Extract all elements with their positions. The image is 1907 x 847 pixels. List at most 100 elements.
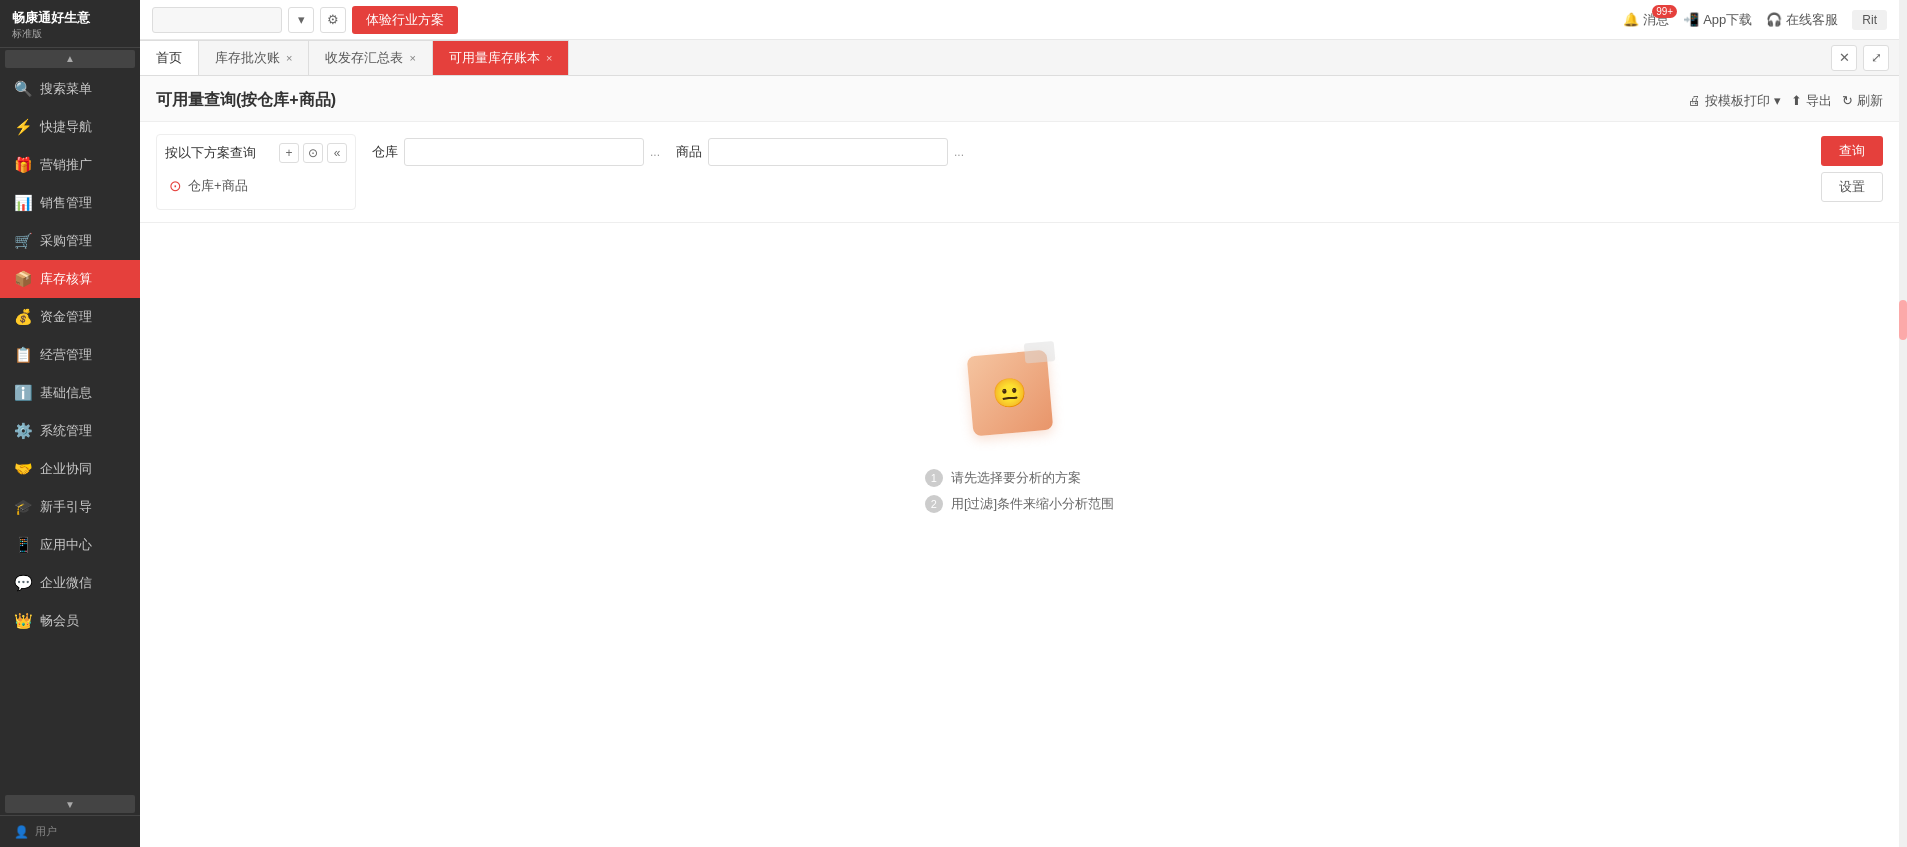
edit-scheme-btn[interactable]: ⊙ bbox=[303, 143, 323, 163]
info-icon: ℹ️ bbox=[14, 384, 32, 402]
sidebar-item-label: 系统管理 bbox=[40, 422, 92, 440]
scheme-item-label: 仓库+商品 bbox=[188, 177, 248, 195]
warehouse-more-btn[interactable]: ... bbox=[650, 145, 660, 159]
sidebar-item-system[interactable]: ⚙️ 系统管理 bbox=[0, 412, 140, 450]
sidebar-item-member[interactable]: 👑 畅会员 bbox=[0, 602, 140, 640]
topbar-left: ▾ ⚙ 体验行业方案 bbox=[152, 6, 458, 34]
sidebar-item-marketing[interactable]: 🎁 营销推广 bbox=[0, 146, 140, 184]
scrollbar-thumb[interactable] bbox=[1899, 300, 1907, 340]
topbar-search-input[interactable] bbox=[152, 7, 282, 33]
topbar-gear-btn[interactable]: ⚙ bbox=[320, 7, 346, 33]
sidebar-item-management[interactable]: 📋 经营管理 bbox=[0, 336, 140, 374]
sidebar-nav: 🔍 搜索菜单 ⚡ 快捷导航 🎁 营销推广 📊 销售管理 🛒 采购管理 📦 bbox=[0, 70, 140, 793]
sidebar-item-guide[interactable]: 🎓 新手引导 bbox=[0, 488, 140, 526]
export-icon: ⬆ bbox=[1791, 93, 1802, 108]
export-btn[interactable]: ⬆ 导出 bbox=[1791, 92, 1832, 110]
inventory-batch-tab-label: 库存批次账 bbox=[215, 49, 280, 67]
close-summary-icon[interactable]: × bbox=[409, 52, 415, 64]
page-header: 可用量查询(按仓库+商品) 🖨 按模板打印 ▾ ⬆ 导出 ↻ 刷新 bbox=[140, 76, 1899, 122]
add-scheme-btn[interactable]: + bbox=[279, 143, 299, 163]
notice-btn[interactable]: 🔔 消息 99+ bbox=[1623, 11, 1669, 29]
print-btn[interactable]: 🖨 按模板打印 ▾ bbox=[1688, 92, 1781, 110]
gear-icon: ⚙️ bbox=[14, 422, 32, 440]
tab-home[interactable]: 首页 bbox=[140, 40, 199, 75]
query-fields: 仓库 ... 商品 ... bbox=[372, 134, 1805, 210]
app-version: 标准版 bbox=[12, 27, 128, 41]
empty-state: 😐 1 请先选择要分析的方案 2 用[过滤]条件来缩小分析范围 bbox=[140, 223, 1899, 643]
sidebar-user-name: 用户 bbox=[35, 824, 57, 839]
user-avatar-icon: 👤 bbox=[14, 825, 29, 839]
hint-text-1: 请先选择要分析的方案 bbox=[951, 469, 1081, 487]
warehouse-input[interactable] bbox=[404, 138, 644, 166]
close-tab-btn[interactable]: ✕ bbox=[1831, 45, 1857, 71]
scroll-down-btn[interactable]: ▼ bbox=[5, 795, 135, 813]
tabbar: 首页 库存批次账 × 收发存汇总表 × 可用量库存账本 × ✕ ⤢ bbox=[140, 40, 1899, 76]
sidebar-item-purchase[interactable]: 🛒 采购管理 bbox=[0, 222, 140, 260]
sidebar-item-label: 搜索菜单 bbox=[40, 80, 92, 98]
refresh-btn[interactable]: ↻ 刷新 bbox=[1842, 92, 1883, 110]
empty-face-icon: 😐 bbox=[991, 375, 1029, 411]
sidebar-item-wechat[interactable]: 💬 企业微信 bbox=[0, 564, 140, 602]
sidebar-item-app-center[interactable]: 📱 应用中心 bbox=[0, 526, 140, 564]
sidebar-item-label: 企业协同 bbox=[40, 460, 92, 478]
trial-btn[interactable]: 体验行业方案 bbox=[352, 6, 458, 34]
app-download-label: App下载 bbox=[1703, 11, 1752, 29]
close-available-qty-icon[interactable]: × bbox=[546, 52, 552, 64]
sidebar-item-collab[interactable]: 🤝 企业协同 bbox=[0, 450, 140, 488]
sidebar-item-finance[interactable]: 💰 资金管理 bbox=[0, 298, 140, 336]
right-scrollbar[interactable] bbox=[1899, 0, 1907, 847]
tab-summary[interactable]: 收发存汇总表 × bbox=[309, 40, 432, 75]
tab-inventory-batch[interactable]: 库存批次账 × bbox=[199, 40, 309, 75]
mobile-icon: 📱 bbox=[14, 536, 32, 554]
sidebar-item-sales[interactable]: 📊 销售管理 bbox=[0, 184, 140, 222]
online-service-label: 在线客服 bbox=[1786, 11, 1838, 29]
close-inventory-batch-icon[interactable]: × bbox=[286, 52, 292, 64]
empty-box-icon: 😐 bbox=[966, 350, 1053, 437]
page-actions: 🖨 按模板打印 ▾ ⬆ 导出 ↻ 刷新 bbox=[1688, 92, 1883, 110]
lightning-icon: ⚡ bbox=[14, 118, 32, 136]
app-name: 畅康通好生意 bbox=[12, 10, 128, 27]
print-icon: 🖨 bbox=[1688, 93, 1701, 108]
query-settings-btn[interactable]: 设置 bbox=[1821, 172, 1883, 202]
settings-icon: ⚙ bbox=[327, 12, 339, 27]
export-label: 导出 bbox=[1806, 92, 1832, 110]
sidebar-item-search[interactable]: 🔍 搜索菜单 bbox=[0, 70, 140, 108]
goods-more-btn[interactable]: ... bbox=[954, 145, 964, 159]
sidebar-item-inventory[interactable]: 📦 库存核算 bbox=[0, 260, 140, 298]
query-execute-btn[interactable]: 查询 bbox=[1821, 136, 1883, 166]
topbar-username: Rit bbox=[1862, 13, 1877, 27]
maximize-btn[interactable]: ⤢ bbox=[1863, 45, 1889, 71]
tab-actions: ✕ ⤢ bbox=[1821, 40, 1899, 75]
hint-num-2: 2 bbox=[925, 495, 943, 513]
scheme-actions: + ⊙ « bbox=[279, 143, 347, 163]
sidebar-bottom[interactable]: 👤 用户 bbox=[0, 815, 140, 847]
scroll-up-btn[interactable]: ▲ bbox=[5, 50, 135, 68]
user-menu-btn[interactable]: Rit bbox=[1852, 10, 1887, 30]
sidebar-item-basic-info[interactable]: ℹ️ 基础信息 bbox=[0, 374, 140, 412]
sidebar-item-label: 采购管理 bbox=[40, 232, 92, 250]
tab-available-qty[interactable]: 可用量库存账本 × bbox=[433, 40, 569, 75]
sidebar-item-label: 企业微信 bbox=[40, 574, 92, 592]
scheme-item-warehouse-goods[interactable]: ⊙ 仓库+商品 bbox=[165, 171, 347, 201]
goods-label: 商品 bbox=[676, 143, 702, 161]
scheme-title: 按以下方案查询 bbox=[165, 144, 256, 162]
app-download-btn[interactable]: 📲 App下载 bbox=[1683, 11, 1752, 29]
collapse-scheme-btn[interactable]: « bbox=[327, 143, 347, 163]
cart-icon: 🛒 bbox=[14, 232, 32, 250]
topbar: ▾ ⚙ 体验行业方案 🔔 消息 99+ 📲 App下载 🎧 bbox=[140, 0, 1899, 40]
search-icon: 🔍 bbox=[14, 80, 32, 98]
sidebar-item-label: 应用中心 bbox=[40, 536, 92, 554]
summary-tab-label: 收发存汇总表 bbox=[325, 49, 403, 67]
empty-illustration: 😐 bbox=[970, 353, 1070, 453]
sidebar-item-nav[interactable]: ⚡ 快捷导航 bbox=[0, 108, 140, 146]
online-service-btn[interactable]: 🎧 在线客服 bbox=[1766, 11, 1838, 29]
box-icon: 📦 bbox=[14, 270, 32, 288]
sidebar-item-label: 基础信息 bbox=[40, 384, 92, 402]
empty-hint-2: 2 用[过滤]条件来缩小分析范围 bbox=[925, 495, 1114, 513]
scheme-header: 按以下方案查询 + ⊙ « bbox=[165, 143, 347, 163]
topbar-dropdown-btn[interactable]: ▾ bbox=[288, 7, 314, 33]
warehouse-field-group: 仓库 ... bbox=[372, 138, 660, 166]
goods-input[interactable] bbox=[708, 138, 948, 166]
query-right: 查询 设置 bbox=[1821, 134, 1883, 210]
scheme-selector: 按以下方案查询 + ⊙ « ⊙ 仓库+商品 bbox=[156, 134, 356, 210]
